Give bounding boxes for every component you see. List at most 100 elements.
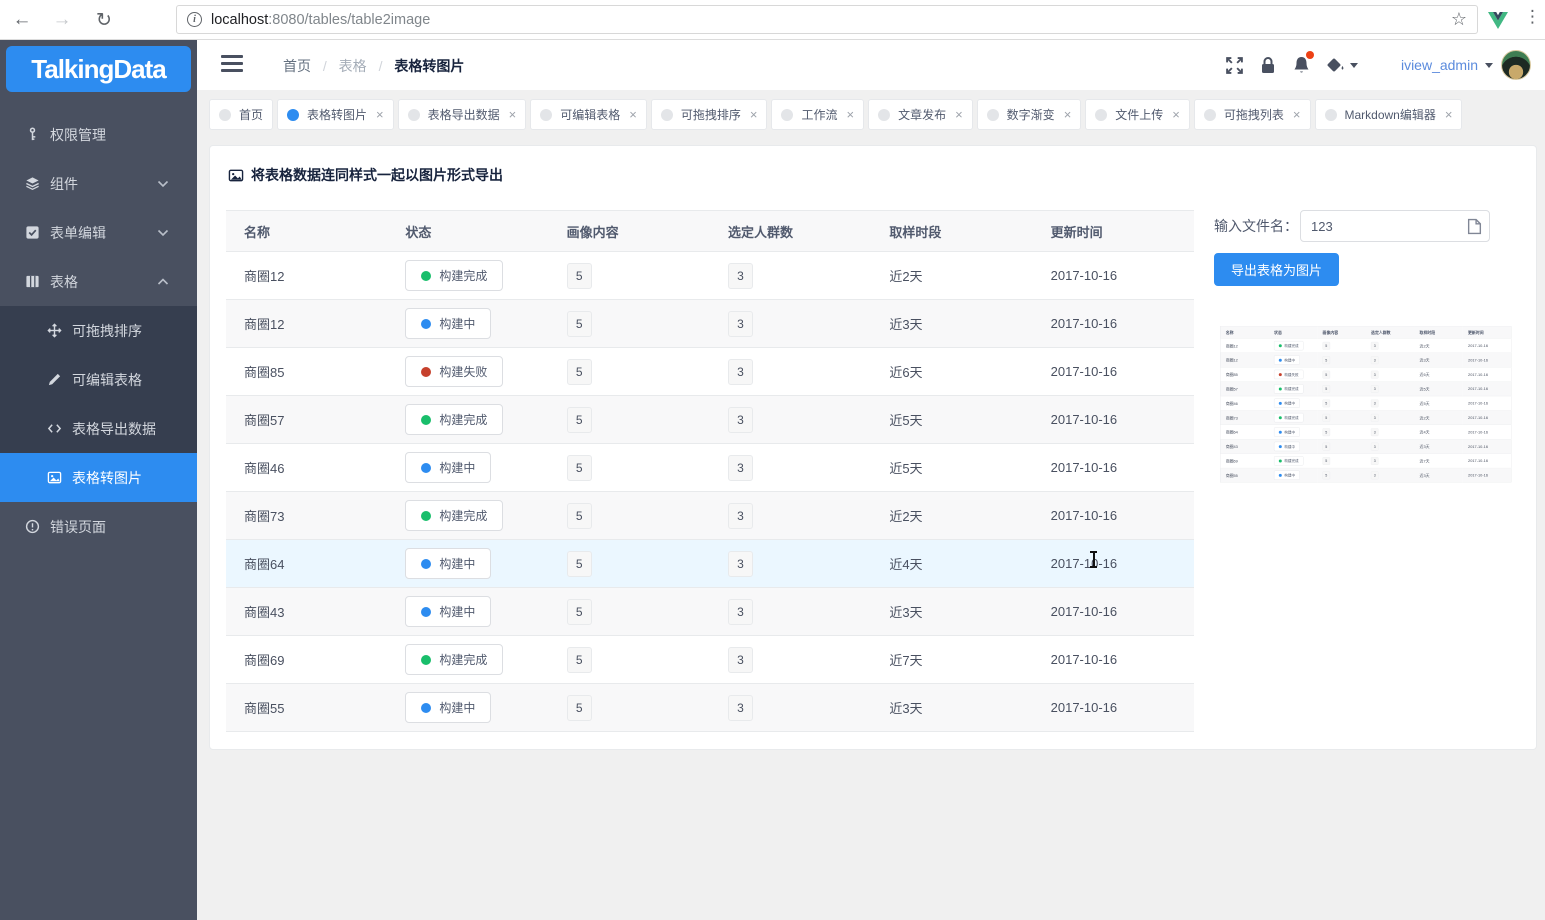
tab-可拖拽排序[interactable]: 可拖拽排序 × bbox=[650, 99, 768, 130]
table-row: 商圈57 构建完成 5 3 近5天 2017-10-16 bbox=[226, 395, 1194, 444]
status-dot-icon bbox=[421, 414, 432, 425]
status-button[interactable]: 构建中 bbox=[405, 692, 492, 723]
tab-文章发布[interactable]: 文章发布 × bbox=[868, 99, 973, 130]
tab-label: 文件上传 bbox=[1115, 108, 1164, 122]
browser-menu-icon[interactable]: ⋮ bbox=[1524, 7, 1541, 27]
browser-back-button[interactable]: ← bbox=[8, 6, 36, 34]
status-button[interactable]: 构建中 bbox=[405, 452, 492, 483]
tab-可拖拽列表[interactable]: 可拖拽列表 × bbox=[1193, 99, 1311, 130]
status-label: 构建完成 bbox=[1284, 386, 1299, 392]
status-button[interactable]: 构建中 bbox=[1274, 355, 1300, 365]
data-table: 名称 状态 画像内容 选定人群数 取样时段 更新时间 商圈12 构建完成 5 3 近2天 2017-1… bbox=[226, 210, 1194, 732]
cell-period: 近5天 bbox=[871, 443, 1033, 492]
table-row: 商圈73 构建完成 5 3 近2天 2017-10-16 bbox=[1220, 410, 1512, 426]
tab-工作流[interactable]: 工作流 × bbox=[771, 99, 865, 130]
status-dot-icon bbox=[421, 558, 432, 569]
status-button[interactable]: 构建完成 bbox=[1274, 456, 1304, 466]
table-row: 商圈12 构建中 5 3 近3天 2017-10-16 bbox=[226, 299, 1194, 348]
tab-close-icon[interactable]: × bbox=[376, 107, 384, 122]
cell-updated: 2017-10-16 bbox=[1032, 443, 1194, 492]
browser-reload-button[interactable]: ↻ bbox=[90, 6, 118, 34]
sidebar-item-label: 权限管理 bbox=[50, 126, 106, 143]
tab-文件上传[interactable]: 文件上传 × bbox=[1085, 99, 1190, 130]
column-header: 取样时段 bbox=[1414, 325, 1463, 339]
app-logo[interactable]: TalkingData bbox=[6, 46, 191, 92]
tab-close-icon[interactable]: × bbox=[509, 107, 517, 122]
status-button[interactable]: 构建完成 bbox=[1274, 413, 1304, 423]
tab-close-icon[interactable]: × bbox=[1293, 107, 1301, 122]
user-avatar[interactable] bbox=[1501, 50, 1531, 80]
tab-close-icon[interactable]: × bbox=[1064, 107, 1072, 122]
sidebar-item-error-pages[interactable]: 错误页面 bbox=[0, 502, 197, 551]
table-row: 商圈46 构建中 5 3 近5天 2017-10-16 bbox=[226, 443, 1194, 492]
tab-dot-icon bbox=[1203, 108, 1216, 121]
cell-updated: 2017-10-16 bbox=[1032, 491, 1194, 540]
sidebar-item-permissions[interactable]: 权限管理 bbox=[0, 110, 197, 159]
sidebar-item-table-to-image[interactable]: 表格转图片 bbox=[0, 453, 197, 502]
username-dropdown[interactable]: iview_admin bbox=[1401, 57, 1478, 73]
status-button[interactable]: 构建中 bbox=[405, 308, 492, 339]
status-button[interactable]: 构建完成 bbox=[405, 644, 504, 675]
status-button[interactable]: 构建中 bbox=[1274, 398, 1300, 408]
status-button[interactable]: 构建完成 bbox=[1274, 341, 1304, 351]
table-row: 商圈64 构建中 5 3 近4天 2017-10-16 bbox=[1220, 424, 1512, 440]
tab-dot-icon bbox=[407, 108, 420, 121]
tab-close-icon[interactable]: × bbox=[846, 107, 854, 122]
notification-bell-icon[interactable] bbox=[1292, 51, 1314, 75]
tab-dot-icon bbox=[781, 108, 794, 121]
sidebar-item-form-edit[interactable]: 表单编辑 bbox=[0, 208, 197, 257]
breadcrumb-home[interactable]: 首页 bbox=[283, 58, 311, 74]
portrait-count-badge: 5 bbox=[566, 646, 592, 673]
tab-close-icon[interactable]: × bbox=[955, 107, 963, 122]
tab-Markdown编辑器[interactable]: Markdown编辑器 × bbox=[1314, 99, 1463, 130]
cell-updated: 2017-10-16 bbox=[1462, 352, 1512, 368]
breadcrumb-tables[interactable]: 表格 bbox=[339, 58, 367, 74]
sidebar-item-components[interactable]: 组件 bbox=[0, 159, 197, 208]
theme-switch-icon[interactable] bbox=[1326, 55, 1358, 75]
bookmark-star-icon[interactable]: ☆ bbox=[1451, 9, 1467, 30]
status-button[interactable]: 构建中 bbox=[1274, 470, 1300, 480]
tab-首页[interactable]: 首页 bbox=[209, 99, 274, 130]
tab-可编辑表格[interactable]: 可编辑表格 × bbox=[530, 99, 647, 130]
tab-label: 表格导出数据 bbox=[427, 108, 500, 122]
filename-input[interactable] bbox=[1300, 210, 1490, 242]
tab-数字渐变[interactable]: 数字渐变 × bbox=[976, 99, 1082, 130]
sidebar-item-tables[interactable]: 表格 bbox=[0, 257, 197, 306]
address-bar[interactable]: i localhost:8080/tables/table2image ☆ bbox=[176, 5, 1478, 34]
tab-表格转图片[interactable]: 表格转图片 × bbox=[277, 99, 394, 130]
cell-name: 商圈73 bbox=[226, 491, 388, 540]
vue-devtools-icon[interactable] bbox=[1486, 8, 1510, 37]
tab-表格导出数据[interactable]: 表格导出数据 × bbox=[397, 99, 527, 130]
lock-icon[interactable] bbox=[1259, 56, 1277, 75]
selected-count-badge: 3 bbox=[1371, 413, 1379, 422]
tab-close-icon[interactable]: × bbox=[1445, 107, 1453, 122]
status-button[interactable]: 构建完成 bbox=[405, 404, 504, 435]
status-button[interactable]: 构建完成 bbox=[405, 260, 504, 291]
status-button[interactable]: 构建中 bbox=[405, 596, 492, 627]
cell-name: 商圈64 bbox=[226, 539, 388, 588]
table-row: 商圈69 构建完成 5 3 近7天 2017-10-16 bbox=[226, 635, 1194, 684]
status-button[interactable]: 构建中 bbox=[1274, 441, 1300, 452]
collapse-menu-button[interactable] bbox=[221, 55, 243, 73]
status-button[interactable]: 构建中 bbox=[405, 548, 492, 579]
sidebar-item-drag-sort[interactable]: 可拖拽排序 bbox=[0, 306, 197, 355]
sidebar-item-table-export[interactable]: 表格导出数据 bbox=[0, 404, 197, 453]
status-button[interactable]: 构建失败 bbox=[405, 356, 504, 387]
tab-dot-icon bbox=[1324, 108, 1337, 121]
status-button[interactable]: 构建中 bbox=[1274, 427, 1300, 437]
tab-close-icon[interactable]: × bbox=[1172, 107, 1180, 122]
export-table-button[interactable]: 导出表格为图片 bbox=[1214, 253, 1340, 286]
status-button[interactable]: 构建完成 bbox=[1274, 384, 1304, 394]
tab-dot-icon bbox=[540, 108, 553, 121]
status-dot-icon bbox=[421, 510, 432, 521]
sidebar-item-editable-table[interactable]: 可编辑表格 bbox=[0, 355, 197, 404]
browser-forward-button[interactable]: → bbox=[48, 6, 76, 34]
status-button[interactable]: 构建失败 bbox=[1274, 369, 1304, 380]
tab-close-icon[interactable]: × bbox=[629, 107, 637, 122]
tab-close-icon[interactable]: × bbox=[750, 107, 758, 122]
cell-period: 近5天 bbox=[1414, 396, 1463, 411]
status-button[interactable]: 构建完成 bbox=[405, 500, 504, 531]
tab-label: 文章发布 bbox=[898, 108, 947, 122]
page-info-icon[interactable]: i bbox=[187, 12, 202, 27]
fullscreen-icon[interactable] bbox=[1225, 56, 1244, 75]
